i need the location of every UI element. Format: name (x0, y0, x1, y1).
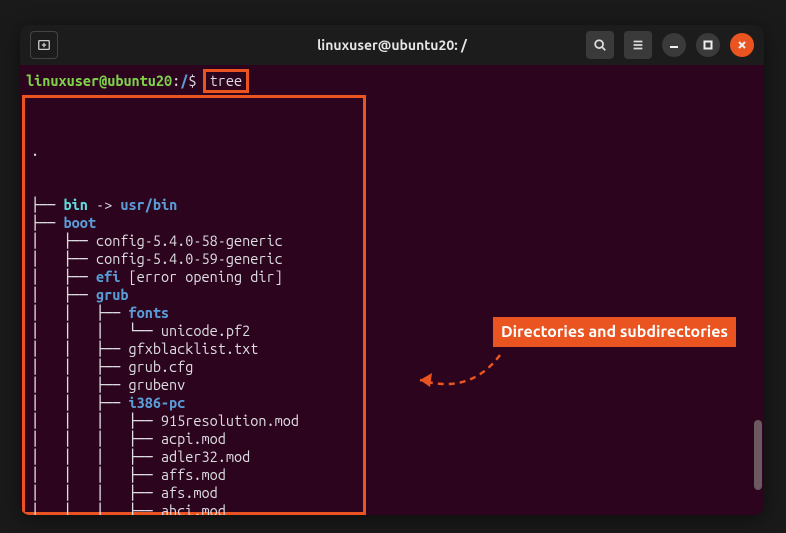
tree-line: │ ├── config-5.4.0-58-generic (31, 232, 363, 250)
tree-line: │ │ │ ├── afs.mod (31, 484, 363, 502)
terminal-body[interactable]: linuxuser@ubuntu20:/$ tree . ├── bin -> … (20, 65, 764, 515)
prompt-symbol: $ (188, 72, 196, 89)
hamburger-icon (631, 38, 645, 52)
new-tab-button[interactable] (30, 31, 58, 59)
maximize-button[interactable] (696, 33, 720, 57)
titlebar: linuxuser@ubuntu20: / (20, 25, 764, 65)
tree-line: │ │ ├── gfxblacklist.txt (31, 340, 363, 358)
tree-line: │ │ ├── grub.cfg (31, 358, 363, 376)
tree-line: │ │ ├── i386-pc (31, 394, 363, 412)
tree-line: │ │ │ ├── 915resolution.mod (31, 412, 363, 430)
tree-line: │ │ │ └── unicode.pf2 (31, 322, 363, 340)
tree-line: │ ├── grub (31, 286, 363, 304)
scrollbar-thumb[interactable] (754, 420, 762, 490)
close-icon (737, 40, 747, 50)
search-icon (593, 38, 607, 52)
new-tab-icon (37, 38, 51, 52)
tree-line: ├── boot (31, 214, 363, 232)
maximize-icon (703, 40, 713, 50)
terminal-window: linuxuser@ubuntu20: / linuxuser@ubuntu20… (20, 25, 764, 515)
tree-line: │ │ │ ├── adler32.mod (31, 448, 363, 466)
tree-line: │ │ │ ├── acpi.mod (31, 430, 363, 448)
annotation-label: Directories and subdirectories (493, 317, 736, 347)
command-highlight: tree (203, 69, 249, 93)
titlebar-controls (586, 31, 754, 59)
minimize-button[interactable] (662, 33, 686, 57)
tree-output-highlight: . ├── bin -> usr/bin├── boot│ ├── config… (22, 95, 366, 515)
tree-line: │ │ │ ├── affs.mod (31, 466, 363, 484)
tree-output: . ├── bin -> usr/bin├── boot│ ├── config… (25, 106, 363, 515)
tree-root: . (31, 142, 363, 160)
close-button[interactable] (730, 33, 754, 57)
tree-line: │ │ ├── fonts (31, 304, 363, 322)
command-text: tree (210, 72, 242, 89)
tree-line: │ │ ├── grubenv (31, 376, 363, 394)
prompt-line: linuxuser@ubuntu20:/$ tree (26, 69, 758, 93)
search-button[interactable] (586, 31, 614, 59)
prompt-user-host: linuxuser@ubuntu20 (26, 72, 172, 89)
tree-line: │ ├── config-5.4.0-59-generic (31, 250, 363, 268)
minimize-icon (669, 40, 679, 50)
tree-line: │ │ │ ├── ahci.mod (31, 502, 363, 515)
menu-button[interactable] (624, 31, 652, 59)
annotation-arrow (400, 335, 520, 415)
tree-line: │ ├── efi [error opening dir] (31, 268, 363, 286)
tree-line: ├── bin -> usr/bin (31, 196, 363, 214)
